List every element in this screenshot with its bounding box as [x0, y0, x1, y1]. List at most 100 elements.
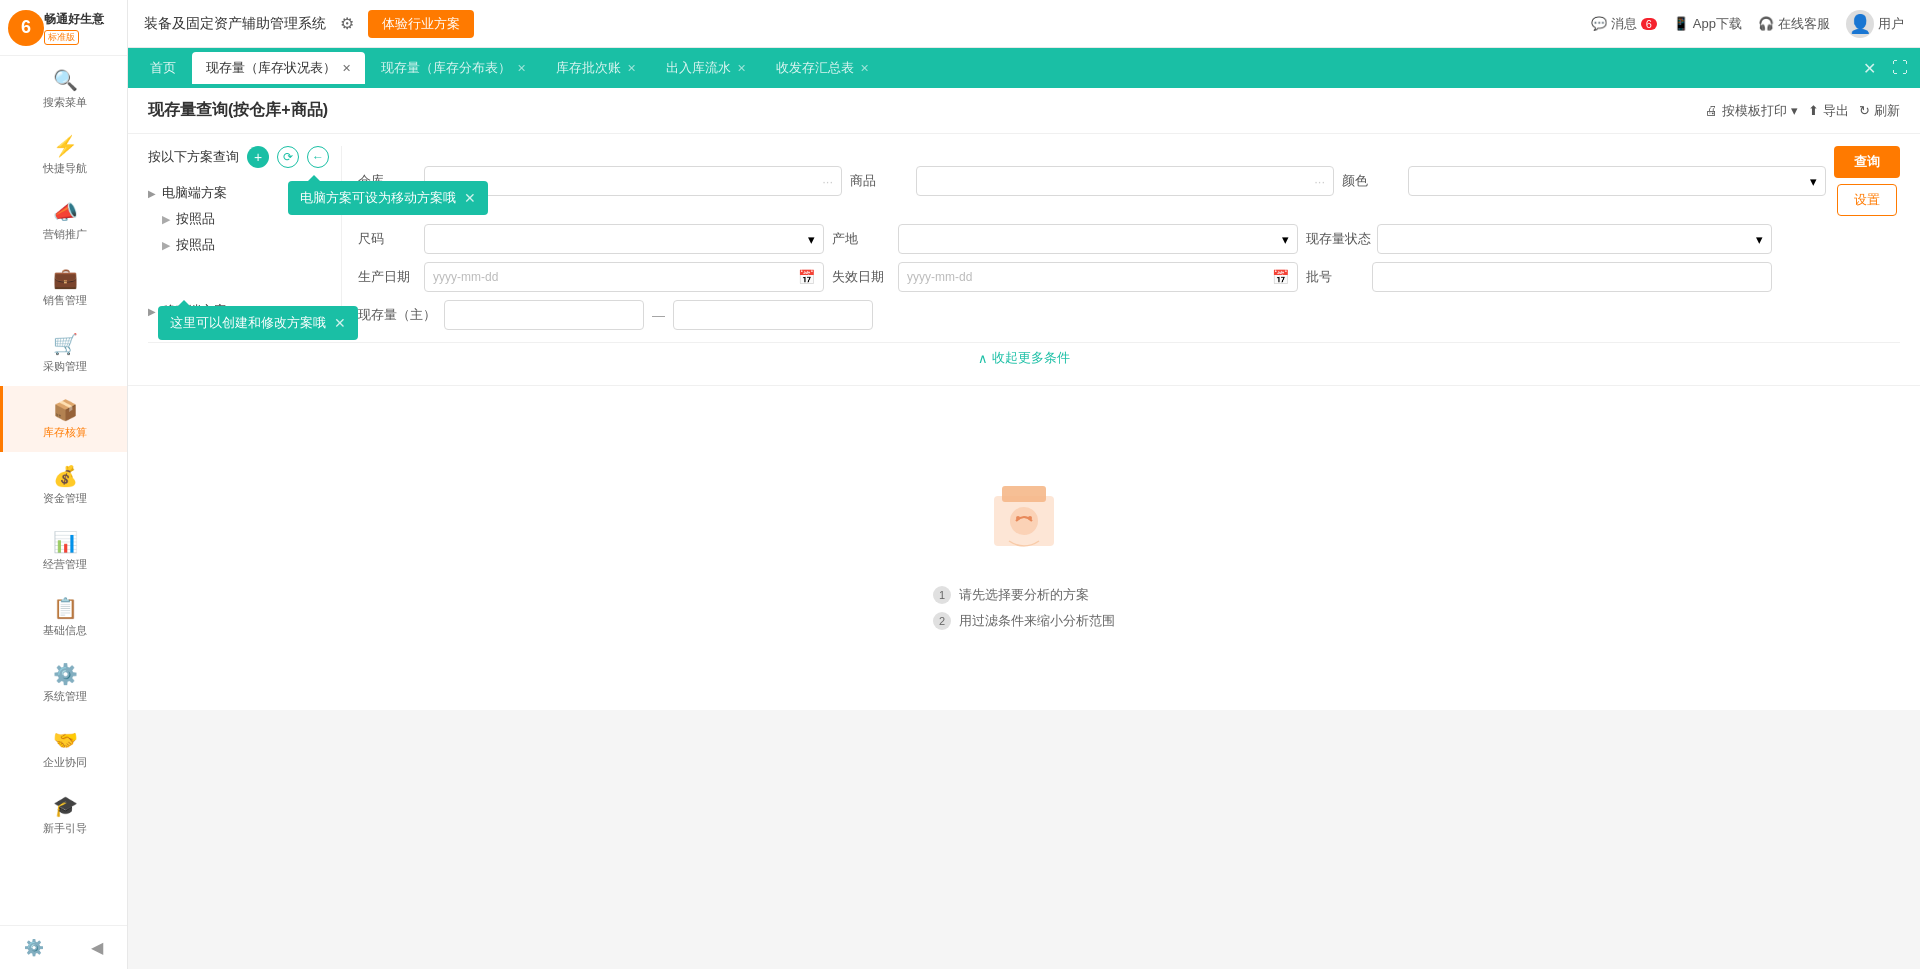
user-avatar: 👤: [1846, 10, 1874, 38]
tab-close-summary[interactable]: ✕: [860, 63, 869, 74]
refresh-btn[interactable]: ↻ 刷新: [1859, 102, 1900, 120]
collapse-arrow-icon: ∧: [978, 351, 988, 366]
search-btn[interactable]: 查询: [1834, 146, 1900, 178]
edit-tooltip-close[interactable]: ✕: [334, 315, 346, 331]
inventory-status-label: 现存量状态: [1306, 230, 1371, 248]
inventory-status-select[interactable]: ▾: [1377, 224, 1772, 254]
size-select[interactable]: ▾: [424, 224, 824, 254]
hint-text-2: 用过滤条件来缩小分析范围: [959, 612, 1115, 630]
sales-icon: 💼: [53, 266, 78, 290]
tab-close-in-out-flow[interactable]: ✕: [737, 63, 746, 74]
color-dropdown-icon: ▾: [1810, 174, 1817, 189]
batch-no-input[interactable]: [1372, 262, 1772, 292]
maximize-btn[interactable]: ⛶: [1888, 55, 1912, 81]
logo-icon: 6: [8, 10, 44, 46]
back-scheme-btn[interactable]: ←: [307, 146, 329, 168]
production-date-placeholder: yyyy-mm-dd: [433, 270, 498, 284]
tab-close-batch-account[interactable]: ✕: [627, 63, 636, 74]
expiry-date-calendar-icon: 📅: [1272, 269, 1289, 285]
filter-row-3: 生产日期 yyyy-mm-dd 📅 失效日期 yyyy-mm-dd: [358, 262, 1900, 292]
sidebar-item-guide[interactable]: 🎓 新手引导: [0, 782, 127, 848]
desktop-scheme-arrow: ▶: [148, 188, 156, 199]
messages-btn[interactable]: 💬 消息 6: [1591, 15, 1657, 33]
sidebar-item-system[interactable]: ⚙️ 系统管理: [0, 650, 127, 716]
collapse-sidebar-btn[interactable]: ◀: [91, 938, 103, 957]
inventory-main-to[interactable]: [673, 300, 873, 330]
reset-btn[interactable]: 设置: [1837, 184, 1897, 216]
production-date-input[interactable]: yyyy-mm-dd 📅: [424, 262, 824, 292]
color-select[interactable]: ▾: [1408, 166, 1826, 196]
collapse-btn[interactable]: ∧ 收起更多条件: [978, 349, 1070, 367]
template-print-label: 按模板打印: [1722, 102, 1787, 120]
industry-btn[interactable]: 体验行业方案: [368, 10, 474, 38]
sidebar-item-inventory[interactable]: 📦 库存核算: [0, 386, 127, 452]
headset-icon: 🎧: [1758, 16, 1774, 31]
scheme-tooltip-text: 电脑方案可设为移动方案哦: [300, 189, 456, 207]
desktop-scheme-item-2[interactable]: ▶ 按照品: [162, 232, 329, 258]
tab-close-inventory-dist[interactable]: ✕: [517, 63, 526, 74]
tab-inventory-status[interactable]: 现存量（库存状况表） ✕: [192, 52, 365, 84]
basic-label: 基础信息: [43, 623, 87, 638]
mobile-scheme-arrow: ▶: [148, 306, 156, 317]
sidebar-item-enterprise[interactable]: 🤝 企业协同: [0, 716, 127, 782]
filter-production-date: 生产日期 yyyy-mm-dd 📅: [358, 262, 824, 292]
tab-in-out-flow[interactable]: 出入库流水 ✕: [652, 52, 760, 84]
origin-select[interactable]: ▾: [898, 224, 1298, 254]
tab-home[interactable]: 首页: [136, 52, 190, 84]
tab-inventory-dist[interactable]: 现存量（库存分布表） ✕: [367, 52, 540, 84]
sidebar-item-sales[interactable]: 💼 销售管理: [0, 254, 127, 320]
sidebar-item-basic[interactable]: 📋 基础信息: [0, 584, 127, 650]
settings-icon-btn[interactable]: ⚙: [336, 13, 358, 35]
user-btn[interactable]: 👤 用户: [1846, 10, 1904, 38]
range-dash: —: [652, 308, 665, 323]
sidebar-item-finance[interactable]: 💰 资金管理: [0, 452, 127, 518]
page-title: 现存量查询(按仓库+商品): [148, 100, 328, 121]
settings-bottom-btn[interactable]: ⚙️: [24, 938, 44, 957]
origin-dropdown-icon: ▾: [1282, 232, 1289, 247]
user-label: 用户: [1878, 15, 1904, 33]
expiry-date-input[interactable]: yyyy-mm-dd 📅: [898, 262, 1298, 292]
tab-batch-account[interactable]: 库存批次账 ✕: [542, 52, 650, 84]
tab-summary[interactable]: 收发存汇总表 ✕: [762, 52, 883, 84]
page-content: 现存量查询(按仓库+商品) 🖨 按模板打印 ▾ ⬆ 导出 ↻ 刷新: [128, 88, 1920, 969]
close-all-tabs-btn[interactable]: ✕: [1859, 55, 1880, 82]
edit-scheme-btn[interactable]: ⟳: [277, 146, 299, 168]
sidebar-item-operations[interactable]: 📊 经营管理: [0, 518, 127, 584]
goods-input[interactable]: ···: [916, 166, 1334, 196]
messages-label: 消息: [1611, 15, 1637, 33]
tab-home-label: 首页: [150, 59, 176, 77]
app-download-btn[interactable]: 📱 App下载: [1673, 15, 1742, 33]
scheme-item-icon-2: ▶: [162, 239, 170, 252]
size-label: 尺码: [358, 230, 418, 248]
empty-state: 1 请先选择要分析的方案 2 用过滤条件来缩小分析范围: [128, 386, 1920, 710]
goods-label: 商品: [850, 172, 910, 190]
refresh-label: 刷新: [1874, 102, 1900, 120]
search-nav-label: 搜索菜单: [43, 95, 87, 110]
inventory-main-from[interactable]: [444, 300, 644, 330]
filter-row-1: 仓库 ··· 商品 ···: [358, 146, 1900, 216]
sidebar-item-marketing[interactable]: 📣 营销推广: [0, 188, 127, 254]
export-btn[interactable]: ⬆ 导出: [1808, 102, 1849, 120]
basic-icon: 📋: [53, 596, 78, 620]
system-icon: ⚙️: [53, 662, 78, 686]
quick-nav-label: 快捷导航: [43, 161, 87, 176]
scheme-tooltip: 电脑方案可设为移动方案哦 ✕: [288, 181, 488, 215]
search-nav-icon: 🔍: [53, 68, 78, 92]
template-print-btn[interactable]: 🖨 按模板打印 ▾: [1705, 102, 1798, 120]
sidebar-item-quick-nav[interactable]: ⚡ 快捷导航: [0, 122, 127, 188]
scheme-tooltip-close[interactable]: ✕: [464, 190, 476, 206]
scheme-item-label-2: 按照品: [176, 236, 215, 254]
purchase-label: 采购管理: [43, 359, 87, 374]
filter-origin: 产地 ▾: [832, 224, 1298, 254]
tab-summary-label: 收发存汇总表: [776, 59, 854, 77]
edit-tooltip-text: 这里可以创建和修改方案哦: [170, 314, 326, 332]
sidebar-item-search[interactable]: 🔍 搜索菜单: [0, 56, 127, 122]
sidebar-item-purchase[interactable]: 🛒 采购管理: [0, 320, 127, 386]
hint-num-2: 2: [933, 612, 951, 630]
sidebar-logo: 6 畅通好生意 标准版: [0, 0, 127, 56]
print-icon: 🖨: [1705, 103, 1718, 118]
tab-close-inventory-status[interactable]: ✕: [342, 63, 351, 74]
search-reset-group: 查询 设置: [1834, 146, 1900, 216]
online-support-btn[interactable]: 🎧 在线客服: [1758, 15, 1830, 33]
add-scheme-btn[interactable]: +: [247, 146, 269, 168]
